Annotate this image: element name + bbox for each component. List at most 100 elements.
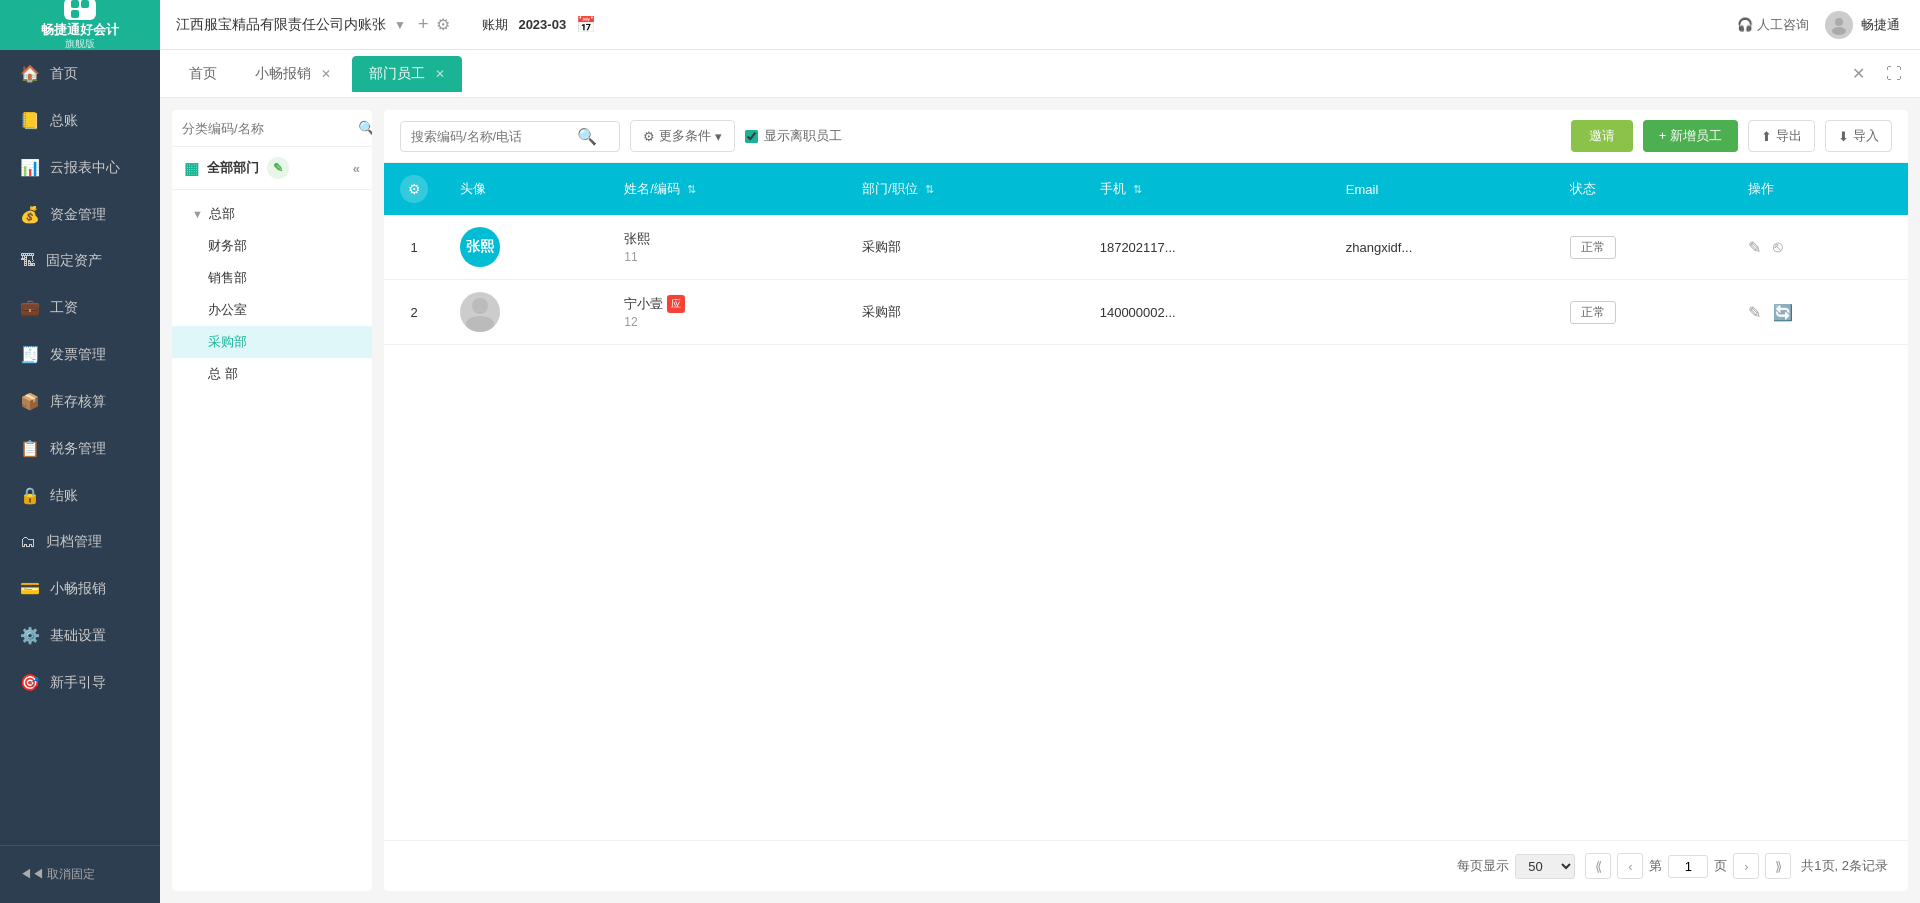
sidebar-item-funds[interactable]: 💰 资金管理 — [0, 191, 160, 238]
row2-delete-icon[interactable]: 🔄 — [1773, 303, 1793, 322]
sidebar-label-ledger: 总账 — [50, 112, 78, 130]
last-page-btn[interactable]: ⟫ — [1765, 853, 1791, 879]
row1-phone: 187202117... — [1084, 215, 1330, 280]
th-name-code[interactable]: 姓名/编码 ⇅ — [608, 163, 846, 215]
page-number-input[interactable] — [1668, 855, 1708, 878]
dept-item-zongbu[interactable]: ▼ 总部 — [172, 198, 372, 230]
row1-name: 张熙 — [624, 230, 830, 248]
first-page-btn[interactable]: ⟪ — [1585, 853, 1611, 879]
sidebar-item-home[interactable]: 🏠 首页 — [0, 50, 160, 97]
page-size-label: 每页显示 — [1457, 857, 1509, 875]
dept-xiaoshou-label: 销售部 — [208, 269, 247, 287]
name-sort-icon[interactable]: ⇅ — [687, 183, 696, 195]
employee-search-input[interactable] — [411, 129, 571, 144]
tab-expand-btn[interactable]: ⛶ — [1880, 60, 1908, 88]
invite-button[interactable]: 邀请 — [1571, 120, 1633, 152]
sidebar-item-expense[interactable]: 💳 小畅报销 — [0, 565, 160, 612]
sidebar-item-invoice[interactable]: 🧾 发票管理 — [0, 331, 160, 378]
row2-dept: 采购部 — [846, 280, 1084, 345]
dept-item-caiwu[interactable]: 财务部 — [172, 230, 372, 262]
row1-edit-icon[interactable]: ✎ — [1748, 238, 1761, 257]
phone-sort-icon[interactable]: ⇅ — [1133, 183, 1142, 195]
sidebar-label-assets: 固定资产 — [46, 252, 102, 270]
sidebar-item-assets[interactable]: 🏗 固定资产 — [0, 238, 160, 284]
svg-rect-0 — [71, 0, 79, 8]
user-area[interactable]: 畅捷通 — [1825, 11, 1900, 39]
header-period: 账期 2023-03 📅 — [482, 15, 596, 34]
add-employee-button[interactable]: + 新增员工 — [1643, 120, 1738, 152]
dept-search-icon[interactable]: 🔍 — [358, 120, 372, 136]
row1-status: 正常 — [1554, 215, 1732, 280]
dept-search-input[interactable] — [182, 121, 350, 136]
inventory-icon: 📦 — [20, 392, 40, 411]
filter-button[interactable]: ⚙ 更多条件 ▾ — [630, 120, 735, 152]
sidebar-item-tax[interactable]: 📋 税务管理 — [0, 425, 160, 472]
tab-expense-close[interactable]: ✕ — [321, 67, 331, 81]
dept-item-caigou[interactable]: 采购部 — [172, 326, 372, 358]
show-resigned-text: 显示离职员工 — [764, 127, 842, 145]
dept-caigou-label: 采购部 — [208, 333, 247, 351]
sidebar-item-reports[interactable]: 📊 云报表中心 — [0, 144, 160, 191]
page-size-dropdown[interactable]: 20 50 100 — [1515, 854, 1575, 879]
row2-email — [1330, 280, 1555, 345]
sidebar-label-closing: 结账 — [50, 487, 78, 505]
company-name: 江西服宝精品有限责任公司内账张 — [176, 16, 386, 34]
table-body: 1 张熙 张熙 11 — [384, 215, 1908, 345]
row2-index: 2 — [384, 280, 444, 345]
import-button[interactable]: ⬇ 导入 — [1825, 120, 1892, 152]
page-content: 🔍 ▦ 全部部门 ✎ « ▼ 总部 财务部 — [160, 98, 1920, 903]
service-button[interactable]: 🎧 人工咨询 — [1737, 16, 1809, 34]
table-settings-icon[interactable]: ⚙ — [400, 175, 428, 203]
all-dept-label[interactable]: 全部部门 — [207, 159, 259, 177]
dept-item-bangong[interactable]: 办公室 — [172, 294, 372, 326]
prev-page-btn[interactable]: ‹ — [1617, 853, 1643, 879]
dept-item-zong[interactable]: 总 部 — [172, 358, 372, 390]
sidebar-item-payroll[interactable]: 💼 工资 — [0, 284, 160, 331]
sidebar-item-guide[interactable]: 🎯 新手引导 — [0, 659, 160, 706]
unpin-button[interactable]: ◀◀ 取消固定 — [0, 856, 160, 893]
row2-phone: 140000002... — [1084, 280, 1330, 345]
tab-dept-close[interactable]: ✕ — [435, 67, 445, 81]
tab-expense[interactable]: 小畅报销 ✕ — [238, 56, 348, 92]
dept-item-xiaoshou[interactable]: 销售部 — [172, 262, 372, 294]
show-resigned-label[interactable]: 显示离职员工 — [745, 127, 842, 145]
sidebar-item-inventory[interactable]: 📦 库存核算 — [0, 378, 160, 425]
export-button[interactable]: ⬆ 导出 — [1748, 120, 1815, 152]
logo-area[interactable]: 畅捷通好会计 旗舰版 — [0, 0, 160, 50]
add-company-icon[interactable]: + — [418, 14, 429, 35]
dept-zongbu-label: 总部 — [209, 205, 235, 223]
th-phone[interactable]: 手机 ⇅ — [1084, 163, 1330, 215]
tab-dept-employee[interactable]: 部门员工 ✕ — [352, 56, 462, 92]
row2-edit-icon[interactable]: ✎ — [1748, 303, 1761, 322]
dept-edit-icon[interactable]: ✎ — [267, 157, 289, 179]
assets-icon: 🏗 — [20, 252, 36, 270]
row1-code: 11 — [624, 250, 830, 264]
tab-bar-actions: ✕ ⛶ — [1844, 60, 1908, 88]
next-page-btn[interactable]: › — [1733, 853, 1759, 879]
home-icon: 🏠 — [20, 64, 40, 83]
tax-icon: 📋 — [20, 439, 40, 458]
sidebar-item-archive[interactable]: 🗂 归档管理 — [0, 519, 160, 565]
sidebar-item-ledger[interactable]: 📒 总账 — [0, 97, 160, 144]
logo-text: 畅捷通好会计 — [41, 22, 119, 38]
row2-code: 12 — [624, 315, 830, 329]
calendar-icon[interactable]: 📅 — [576, 15, 596, 34]
settings-icon[interactable]: ⚙ — [436, 15, 450, 34]
page-nav: ⟪ ‹ 第 页 › ⟫ — [1585, 853, 1791, 879]
row2-avatar — [460, 292, 500, 332]
tab-home[interactable]: 首页 — [172, 56, 234, 92]
dept-collapse-icon[interactable]: « — [353, 161, 360, 176]
dept-sort-icon[interactable]: ⇅ — [925, 183, 934, 195]
th-dept-role[interactable]: 部门/职位 ⇅ — [846, 163, 1084, 215]
company-dropdown-icon[interactable]: ▼ — [394, 18, 406, 32]
row1-logout-icon[interactable]: ⎋ — [1773, 238, 1783, 256]
sidebar-item-settings[interactable]: ⚙️ 基础设置 — [0, 612, 160, 659]
payroll-icon: 💼 — [20, 298, 40, 317]
show-resigned-checkbox[interactable] — [745, 130, 758, 143]
th-phone-label: 手机 — [1100, 181, 1126, 196]
tab-close-btn[interactable]: ✕ — [1844, 60, 1872, 88]
row1-email: zhangxidf... — [1330, 215, 1555, 280]
sidebar-item-closing[interactable]: 🔒 结账 — [0, 472, 160, 519]
unpin-label: ◀◀ 取消固定 — [20, 866, 95, 883]
employee-search-icon[interactable]: 🔍 — [577, 127, 597, 146]
